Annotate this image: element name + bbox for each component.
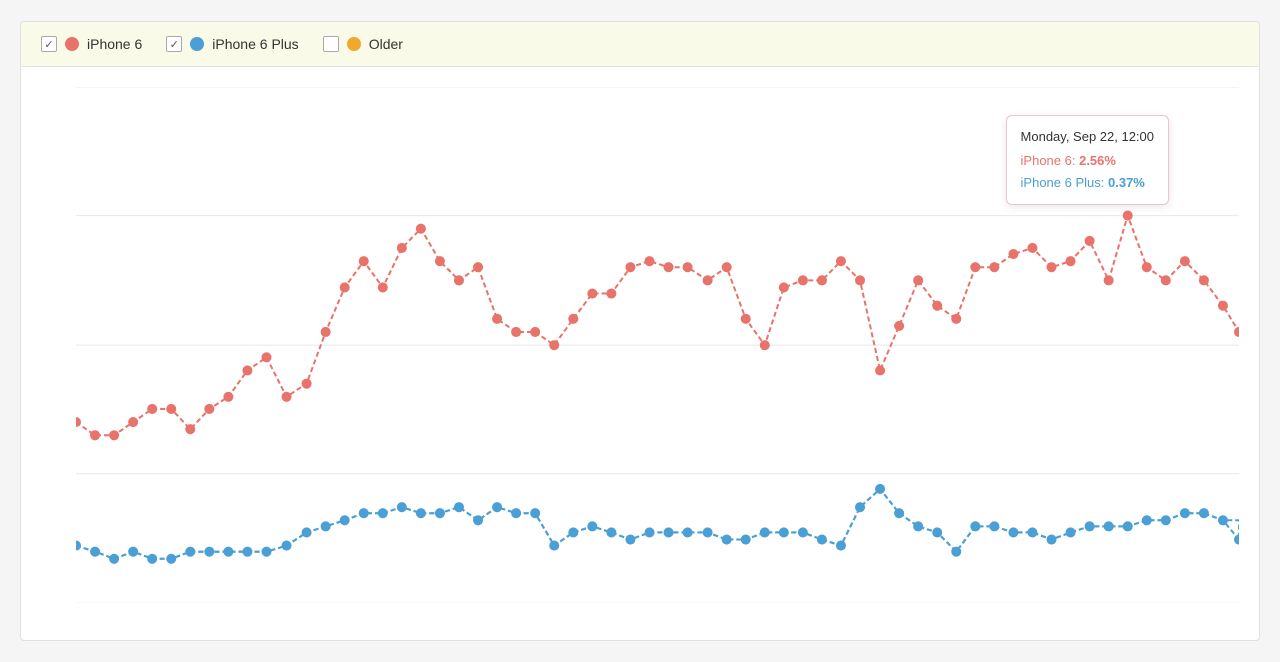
iphone6plus-dots [76,484,1239,564]
legend-checkbox-older[interactable] [323,36,339,52]
legend-checkbox-iphone6[interactable] [41,36,57,52]
legend-dot-iphone6plus [190,37,204,51]
chart-svg: 4% 3% 2% 1% [76,87,1239,603]
iphone6-dots [76,211,1239,441]
iphone6-line [76,216,1239,436]
legend-dot-iphone6 [65,37,79,51]
legend: iPhone 6 iPhone 6 Plus Older [21,22,1259,67]
legend-item-iphone6[interactable]: iPhone 6 [41,36,142,52]
legend-dot-older [347,37,361,51]
legend-label-iphone6plus: iPhone 6 Plus [212,36,298,52]
legend-item-iphone6plus[interactable]: iPhone 6 Plus [166,36,298,52]
legend-item-older[interactable]: Older [323,36,403,52]
legend-checkbox-iphone6plus[interactable] [166,36,182,52]
chart-area: 4% 3% 2% 1% [21,67,1259,653]
chart-container: iPhone 6 iPhone 6 Plus Older 4% 3% 2% 1% [20,21,1260,641]
legend-label-iphone6: iPhone 6 [87,36,142,52]
legend-label-older: Older [369,36,403,52]
